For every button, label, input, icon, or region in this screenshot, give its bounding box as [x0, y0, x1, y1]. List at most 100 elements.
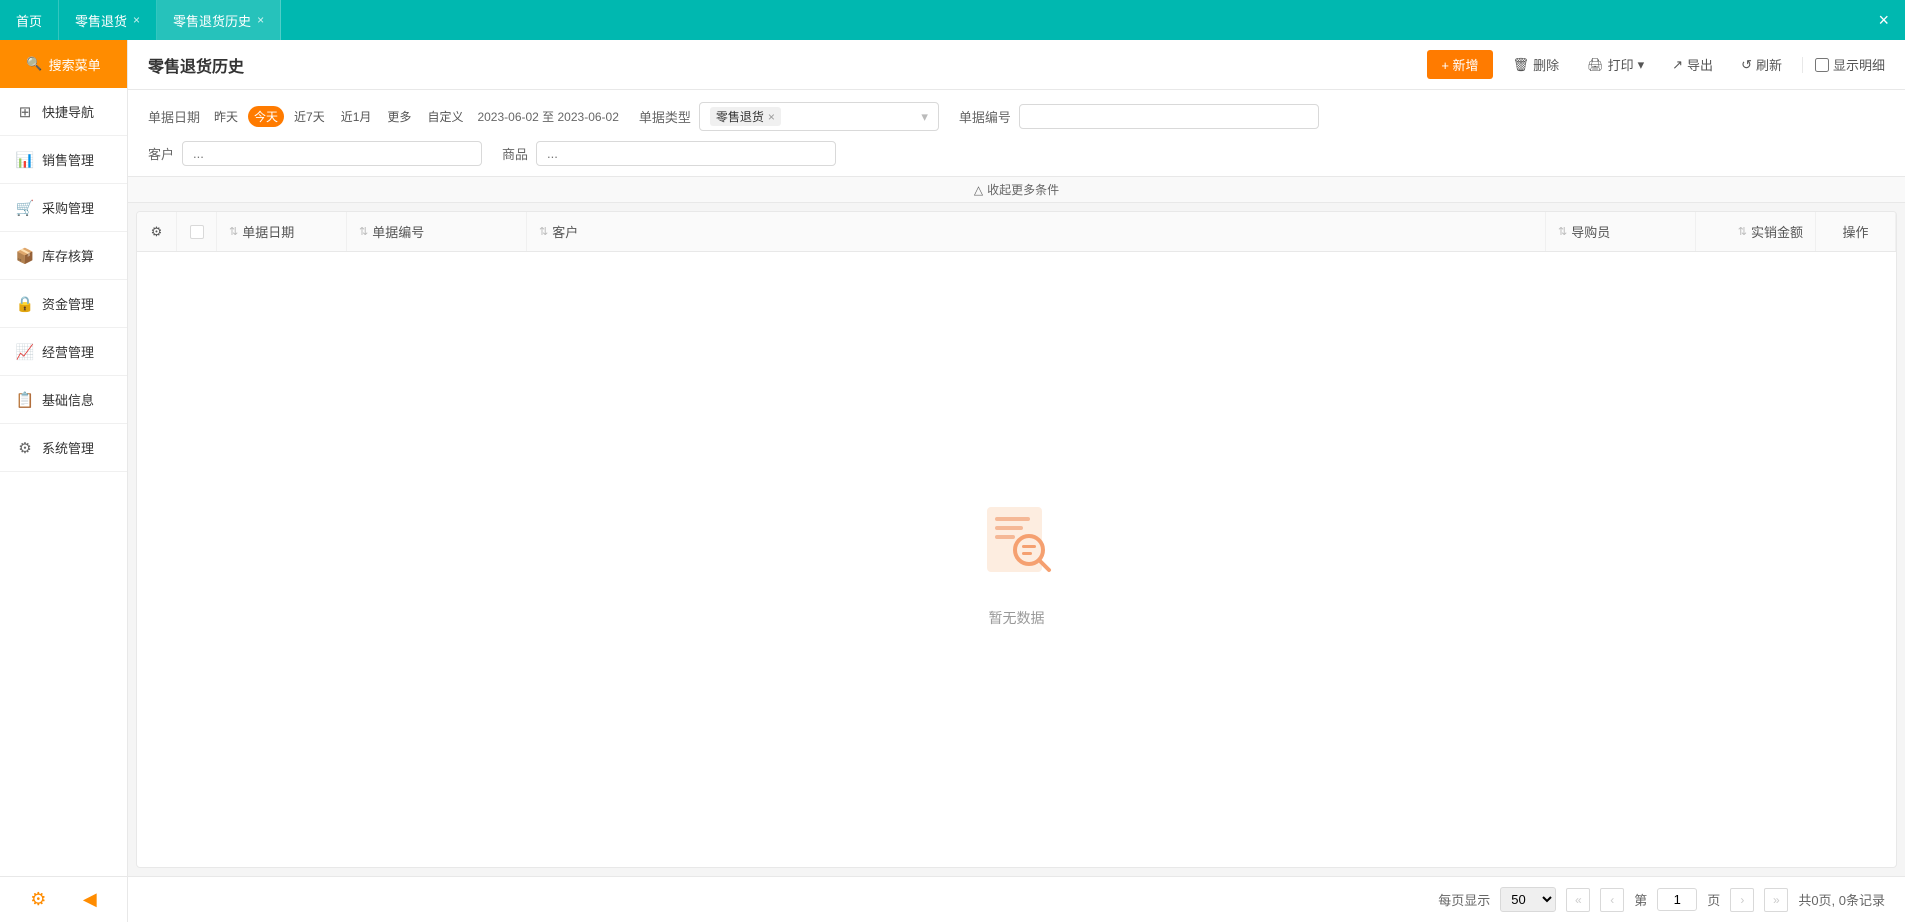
custom-shortcut[interactable]: 自定义 — [421, 106, 469, 127]
sidebar-item-system-label: 系统管理 — [42, 438, 94, 457]
bill-no-filter-group: 单据编号 — [959, 104, 1319, 129]
goods-input[interactable] — [536, 141, 836, 166]
7days-shortcut[interactable]: 近7天 — [288, 106, 331, 127]
tab-retail-return-history-label: 零售退货历史 — [173, 11, 251, 30]
filter-collapse-button[interactable]: △ 收起更多条件 — [128, 176, 1905, 202]
sidebar-item-inventory[interactable]: 📦 库存核算 — [0, 232, 127, 280]
sidebar-search-button[interactable]: 🔍 搜索菜单 — [0, 40, 127, 88]
sort-amount-icon: ⇅ — [1738, 225, 1747, 238]
more-shortcut[interactable]: 更多 — [381, 106, 417, 127]
tab-retail-return-close[interactable]: × — [133, 13, 140, 27]
yesterday-shortcut[interactable]: 昨天 — [208, 106, 244, 127]
top-bar: 首页 零售退货 × 零售退货历史 × × — [0, 0, 1905, 40]
bill-type-dropdown-icon: ▾ — [921, 109, 928, 125]
finance-icon: 🔒 — [16, 295, 34, 313]
show-detail-input[interactable] — [1815, 58, 1829, 72]
prev-page-button[interactable]: ‹ — [1600, 888, 1624, 912]
bill-type-select[interactable]: 零售退货 × ▾ — [699, 102, 939, 131]
first-page-button[interactable]: « — [1566, 888, 1590, 912]
collapse-icon: △ — [974, 183, 983, 197]
th-amount-label: 实销金额 — [1751, 222, 1803, 241]
per-page-select[interactable]: 10 20 50 100 — [1500, 887, 1556, 912]
tab-retail-return[interactable]: 零售退货 × — [59, 0, 157, 40]
sidebar-item-finance[interactable]: 🔒 资金管理 — [0, 280, 127, 328]
quick-nav-icon: ⊞ — [16, 103, 34, 121]
export-button-label: 导出 — [1687, 55, 1713, 74]
content-area: 零售退货历史 + 新增 🗑 删除 🖨 打印 ▾ ↗ 导出 — [128, 40, 1905, 922]
th-bill-no[interactable]: ⇅ 单据编号 — [347, 212, 527, 251]
refresh-button[interactable]: ↺ 刷新 — [1733, 51, 1790, 78]
page-input[interactable] — [1657, 888, 1697, 911]
table-area: ⚙ ⇅ 单据日期 ⇅ 单据编号 ⇅ 客户 ⇅ — [136, 211, 1897, 868]
sidebar-item-operations[interactable]: 📈 经营管理 — [0, 328, 127, 376]
sidebar-item-sales[interactable]: 📊 销售管理 — [0, 136, 127, 184]
tab-retail-return-history[interactable]: 零售退货历史 × — [157, 0, 281, 40]
new-button[interactable]: + 新增 — [1427, 50, 1492, 79]
print-button[interactable]: 🖨 打印 ▾ — [1579, 51, 1652, 78]
empty-text: 暂无数据 — [989, 608, 1045, 628]
last-page-button[interactable]: » — [1764, 888, 1788, 912]
sidebar-item-system[interactable]: ⚙ 系统管理 — [0, 424, 127, 472]
bill-type-tag-remove[interactable]: × — [768, 110, 775, 124]
system-icon: ⚙ — [16, 439, 34, 457]
purchase-icon: 🛒 — [16, 199, 34, 217]
bill-no-input[interactable] — [1019, 104, 1319, 129]
tab-home[interactable]: 首页 — [0, 0, 59, 40]
tab-retail-return-history-close[interactable]: × — [257, 13, 264, 27]
tab-retail-return-label: 零售退货 — [75, 11, 127, 30]
filter-collapse-label: 收起更多条件 — [987, 181, 1059, 198]
customer-input[interactable] — [182, 141, 482, 166]
date-shortcuts: 昨天 今天 近7天 近1月 更多 自定义 — [208, 106, 469, 127]
pagination-area: 每页显示 10 20 50 100 « ‹ 第 页 › » 共0页, 0条记录 — [128, 876, 1905, 922]
show-detail-label: 显示明细 — [1833, 55, 1885, 74]
show-detail-checkbox[interactable]: 显示明细 — [1815, 55, 1885, 74]
page-label: 第 — [1634, 890, 1647, 909]
settings-bottom-icon[interactable]: ⚙ — [30, 889, 46, 910]
sidebar-nav: ⊞ 快捷导航 📊 销售管理 🛒 采购管理 📦 库存核算 🔒 资金管理 📈 — [0, 88, 127, 876]
next-page-button[interactable]: › — [1730, 888, 1754, 912]
sidebar-item-purchase-label: 采购管理 — [42, 198, 94, 217]
delete-button[interactable]: 🗑 删除 — [1505, 51, 1568, 78]
bill-date-label: 单据日期 — [148, 107, 200, 126]
th-bill-date-label: 单据日期 — [242, 222, 294, 241]
th-checkbox[interactable] — [177, 212, 217, 251]
filter-row-2: 客户 商品 — [148, 141, 1885, 166]
bill-no-label: 单据编号 — [959, 107, 1011, 126]
1month-shortcut[interactable]: 近1月 — [335, 106, 378, 127]
collapse-sidebar-icon[interactable]: ◀ — [83, 889, 97, 910]
sort-guide-icon: ⇅ — [1558, 225, 1567, 238]
print-dropdown-icon: ▾ — [1638, 57, 1645, 73]
page-actions: + 新增 🗑 删除 🖨 打印 ▾ ↗ 导出 ↺ 刷新 — [1427, 50, 1885, 79]
th-amount[interactable]: ⇅ 实销金额 — [1696, 212, 1816, 251]
th-customer[interactable]: ⇅ 客户 — [527, 212, 1546, 251]
bill-type-tag-text: 零售退货 — [716, 108, 764, 125]
refresh-icon: ↺ — [1741, 57, 1752, 73]
pagination-summary: 共0页, 0条记录 — [1798, 890, 1885, 909]
sidebar-bottom: ⚙ ◀ — [0, 876, 127, 922]
sidebar-item-purchase[interactable]: 🛒 采购管理 — [0, 184, 127, 232]
th-guide[interactable]: ⇅ 导购员 — [1546, 212, 1696, 251]
export-button[interactable]: ↗ 导出 — [1664, 51, 1721, 78]
page-title: 零售退货历史 — [148, 53, 244, 77]
th-action-label: 操作 — [1842, 222, 1868, 241]
bill-type-filter-group: 单据类型 零售退货 × ▾ — [639, 102, 939, 131]
today-shortcut[interactable]: 今天 — [248, 106, 284, 127]
th-action: 操作 — [1816, 212, 1896, 251]
sidebar: 🔍 搜索菜单 ⊞ 快捷导航 📊 销售管理 🛒 采购管理 📦 库存核算 🔒 — [0, 40, 128, 922]
date-filter-group: 单据日期 昨天 今天 近7天 近1月 更多 自定义 2023-06-02 至 2… — [148, 106, 619, 127]
window-close-button[interactable]: × — [1862, 0, 1905, 40]
sidebar-item-quick-nav[interactable]: ⊞ 快捷导航 — [0, 88, 127, 136]
customer-label: 客户 — [148, 144, 174, 163]
sidebar-item-quick-nav-label: 快捷导航 — [42, 102, 94, 121]
sidebar-item-basic-info[interactable]: 📋 基础信息 — [0, 376, 127, 424]
per-page-label: 每页显示 — [1438, 890, 1490, 909]
inventory-icon: 📦 — [16, 247, 34, 265]
export-icon: ↗ — [1672, 57, 1683, 73]
th-guide-label: 导购员 — [1571, 222, 1610, 241]
print-icon: 🖨 — [1587, 57, 1604, 73]
filter-row-1: 单据日期 昨天 今天 近7天 近1月 更多 自定义 2023-06-02 至 2… — [148, 102, 1885, 131]
th-settings[interactable]: ⚙ — [137, 212, 177, 251]
filter-area: 单据日期 昨天 今天 近7天 近1月 更多 自定义 2023-06-02 至 2… — [128, 90, 1905, 203]
th-bill-date[interactable]: ⇅ 单据日期 — [217, 212, 347, 251]
header-checkbox[interactable] — [190, 225, 204, 239]
